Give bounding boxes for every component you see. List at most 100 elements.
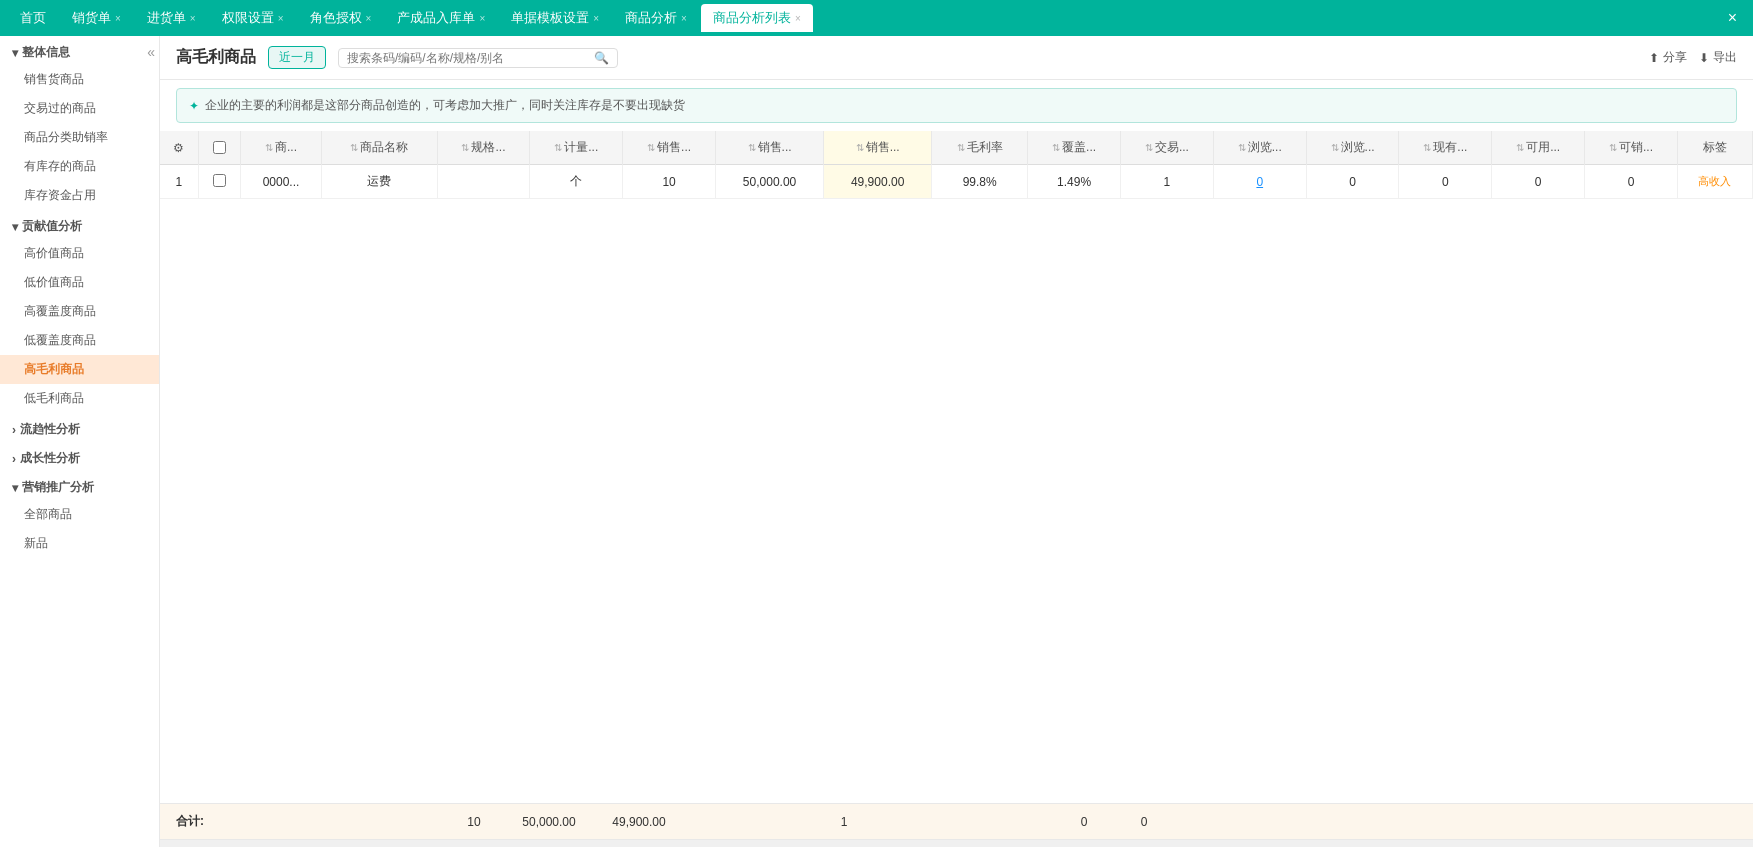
top-nav: 首页 销货单 × 进货单 × 权限设置 × 角色授权 × 产成品入库单 × 单据…: [0, 0, 1753, 36]
nav-tab-analysis-list[interactable]: 商品分析列表 ×: [701, 4, 813, 32]
sidebar-group-contribution[interactable]: ▾ 贡献值分析: [0, 210, 159, 239]
sort-icon[interactable]: ⇅: [350, 142, 358, 153]
cell-sales-amount: 50,000.00: [716, 165, 824, 199]
summary-coverage: [754, 815, 814, 829]
search-icon[interactable]: 🔍: [594, 51, 609, 65]
nav-tab-role[interactable]: 角色授权 ×: [298, 4, 384, 32]
close-icon[interactable]: ×: [479, 13, 485, 24]
cell-sales-profit: 49,900.00: [824, 165, 932, 199]
sidebar-item-in-stock-goods[interactable]: 有库存的商品: [0, 152, 159, 181]
sort-icon[interactable]: ⇅: [1238, 142, 1246, 153]
sort-icon[interactable]: ⇅: [1145, 142, 1153, 153]
sort-icon[interactable]: ⇅: [1516, 142, 1524, 153]
info-icon: ✦: [189, 99, 199, 113]
search-box: 🔍: [338, 48, 618, 68]
chevron-down-icon: ▾: [12, 220, 18, 234]
summary-qty-value: 10: [444, 815, 504, 829]
nav-tab-analysis[interactable]: 商品分析 ×: [613, 4, 699, 32]
row-checkbox[interactable]: [213, 174, 226, 187]
cell-saleable: 0: [1585, 165, 1678, 199]
close-icon[interactable]: ×: [115, 13, 121, 24]
share-button[interactable]: ⬆ 分享: [1649, 49, 1687, 66]
summary-browse2: [934, 815, 994, 829]
window-close-button[interactable]: ×: [1720, 9, 1745, 27]
sidebar-group-overall[interactable]: ▾ 整体信息: [0, 36, 159, 65]
chevron-right-icon: ›: [12, 452, 16, 466]
sidebar-item-stock-capital[interactable]: 库存资金占用: [0, 181, 159, 210]
sort-icon[interactable]: ⇅: [1423, 142, 1431, 153]
sidebar-group-growth[interactable]: › 成长性分析: [0, 442, 159, 471]
sort-icon[interactable]: ⇅: [856, 142, 864, 153]
col-header-tag: 标签: [1677, 131, 1752, 165]
info-banner: ✦ 企业的主要的利润都是这部分商品创造的，可考虑加大推广，同时关注库存是不要出现…: [176, 88, 1737, 123]
sidebar-item-new-goods[interactable]: 新品: [0, 529, 159, 558]
nav-tab-purchase[interactable]: 进货单 ×: [135, 4, 208, 32]
data-table: ⚙ ⇅ 商...: [160, 131, 1753, 199]
sidebar-item-all-goods[interactable]: 全部商品: [0, 500, 159, 529]
cell-tag: 高收入: [1677, 165, 1752, 199]
sort-icon[interactable]: ⇅: [748, 142, 756, 153]
sidebar-group-trend[interactable]: › 流趋性分析: [0, 413, 159, 442]
summary-saleable-value: 0: [1114, 815, 1174, 829]
sidebar-item-traded-goods[interactable]: 交易过的商品: [0, 94, 159, 123]
sidebar-item-low-value[interactable]: 低价值商品: [0, 268, 159, 297]
close-icon[interactable]: ×: [681, 13, 687, 24]
sort-icon[interactable]: ⇅: [1609, 142, 1617, 153]
content-area: 高毛利商品 近一月 🔍 ⬆ 分享 ⬇ 导出 ✦ 企业的主要的利润都是这部分商品创…: [160, 36, 1753, 847]
sidebar-item-high-margin[interactable]: 高毛利商品: [0, 355, 159, 384]
col-header-available-stock: ⇅ 可用...: [1492, 131, 1585, 165]
header-actions: ⬆ 分享 ⬇ 导出: [1649, 49, 1737, 66]
close-icon[interactable]: ×: [366, 13, 372, 24]
cell-spec: [437, 165, 530, 199]
close-icon[interactable]: ×: [795, 13, 801, 24]
cell-checkbox[interactable]: [198, 165, 240, 199]
sidebar-collapse-button[interactable]: «: [147, 44, 155, 60]
sidebar-item-sales-goods[interactable]: 销售货商品: [0, 65, 159, 94]
sort-icon[interactable]: ⇅: [1331, 142, 1339, 153]
settings-icon[interactable]: ⚙: [173, 141, 184, 155]
summary-profit-value: 49,900.00: [594, 815, 684, 829]
close-icon[interactable]: ×: [593, 13, 599, 24]
close-icon[interactable]: ×: [278, 13, 284, 24]
horizontal-scrollbar[interactable]: [160, 839, 1753, 847]
sidebar-item-high-value[interactable]: 高价值商品: [0, 239, 159, 268]
sort-icon[interactable]: ⇅: [957, 142, 965, 153]
search-input[interactable]: [347, 51, 590, 65]
cell-name: 运费: [321, 165, 437, 199]
nav-tab-sales[interactable]: 销货单 ×: [60, 4, 133, 32]
summary-available-value: 0: [1054, 815, 1114, 829]
cell-sales-qty: 10: [623, 165, 716, 199]
footer-summary: 合计: 10 50,000.00 49,900.00 1 0 0: [160, 803, 1753, 839]
sidebar-group-marketing[interactable]: ▾ 营销推广分析: [0, 471, 159, 500]
col-header-current-stock: ⇅ 现有...: [1399, 131, 1492, 165]
nav-tab-template[interactable]: 单据模板设置 ×: [499, 4, 611, 32]
sidebar-item-category-sales-rate[interactable]: 商品分类助销率: [0, 123, 159, 152]
sidebar-item-high-coverage[interactable]: 高覆盖度商品: [0, 297, 159, 326]
col-header-browse2: ⇅ 浏览...: [1306, 131, 1399, 165]
cell-browse1[interactable]: 0: [1213, 165, 1306, 199]
content-header: 高毛利商品 近一月 🔍 ⬆ 分享 ⬇ 导出: [160, 36, 1753, 80]
nav-tab-home[interactable]: 首页: [8, 4, 58, 32]
sidebar-item-low-margin[interactable]: 低毛利商品: [0, 384, 159, 413]
sort-icon[interactable]: ⇅: [1052, 142, 1060, 153]
select-all-checkbox[interactable]: [213, 141, 226, 154]
sort-icon[interactable]: ⇅: [461, 142, 469, 153]
export-button[interactable]: ⬇ 导出: [1699, 49, 1737, 66]
nav-tab-product-inbound[interactable]: 产成品入库单 ×: [385, 4, 497, 32]
main-layout: « ▾ 整体信息 销售货商品 交易过的商品 商品分类助销率 有库存的商品 库存资…: [0, 36, 1753, 847]
share-icon: ⬆: [1649, 51, 1659, 65]
filter-recent-month-button[interactable]: 近一月: [268, 46, 326, 69]
sort-icon[interactable]: ⇅: [647, 142, 655, 153]
sort-icon[interactable]: ⇅: [265, 142, 273, 153]
summary-browse1: [874, 815, 934, 829]
nav-tab-permission[interactable]: 权限设置 ×: [210, 4, 296, 32]
sidebar-item-low-coverage[interactable]: 低覆盖度商品: [0, 326, 159, 355]
sort-icon[interactable]: ⇅: [554, 142, 562, 153]
sidebar: « ▾ 整体信息 销售货商品 交易过的商品 商品分类助销率 有库存的商品 库存资…: [0, 36, 160, 847]
close-icon[interactable]: ×: [190, 13, 196, 24]
col-header-spec: ⇅ 规格...: [437, 131, 530, 165]
cell-available-stock: 0: [1492, 165, 1585, 199]
chevron-right-icon: ›: [12, 423, 16, 437]
summary-sales-qty: [224, 815, 384, 829]
page-title: 高毛利商品: [176, 47, 256, 68]
